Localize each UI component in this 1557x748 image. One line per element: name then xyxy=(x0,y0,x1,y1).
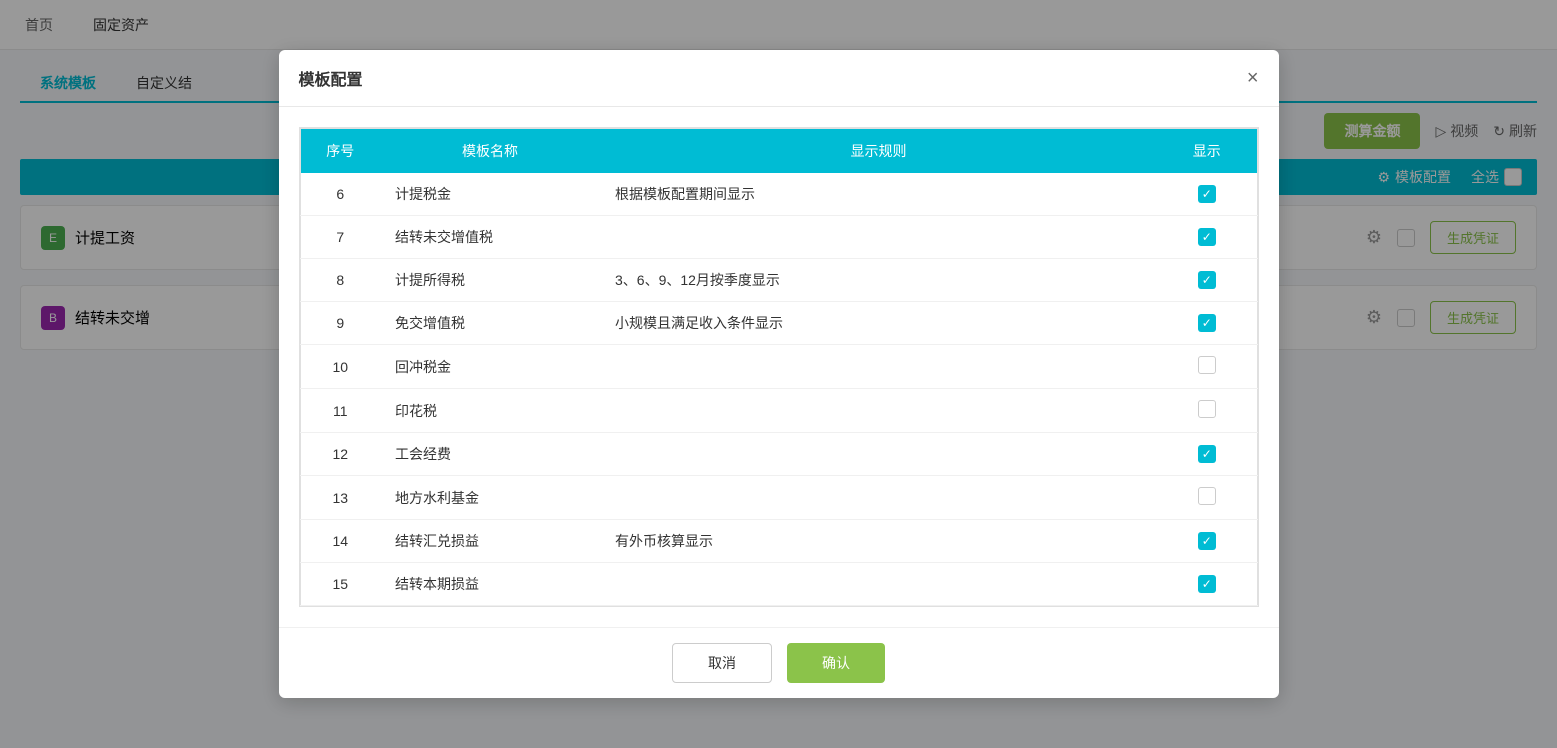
modal-body: 序号 模板名称 显示规则 显示 6计提税金根据模板配置期间显示✓7结转未交增值税… xyxy=(279,107,1279,627)
cell-name: 回冲税金 xyxy=(380,345,600,389)
checkbox-checked[interactable]: ✓ xyxy=(1198,314,1216,332)
cancel-button[interactable]: 取消 xyxy=(672,643,772,683)
modal-title: 模板配置 xyxy=(299,66,363,90)
cell-name: 结转未交增值税 xyxy=(380,216,600,259)
checkbox-checked[interactable]: ✓ xyxy=(1198,445,1216,463)
checkbox-unchecked[interactable] xyxy=(1198,356,1216,374)
cell-rule xyxy=(600,216,1157,259)
cell-seq: 8 xyxy=(300,259,380,302)
col-header-name: 模板名称 xyxy=(380,129,600,174)
cell-name: 结转汇兑损益 xyxy=(380,520,600,563)
checkbox-checked[interactable]: ✓ xyxy=(1198,532,1216,550)
table-row: 11印花税 xyxy=(300,389,1257,433)
modal-header: 模板配置 × xyxy=(279,50,1279,107)
cell-name: 结转未分配利润 xyxy=(380,606,600,608)
cell-name: 免交增值税 xyxy=(380,302,600,345)
table-row: 16结转未分配利润12月份显示✓ xyxy=(300,606,1257,608)
table-row: 7结转未交增值税 ✓ xyxy=(300,216,1257,259)
cell-seq: 14 xyxy=(300,520,380,563)
col-header-rule: 显示规则 xyxy=(600,129,1157,174)
cell-seq: 12 xyxy=(300,433,380,476)
cell-seq: 10 xyxy=(300,345,380,389)
cell-checkbox xyxy=(1157,389,1257,433)
cell-rule: 小规模且满足收入条件显示 xyxy=(600,302,1157,345)
table-header: 序号 模板名称 显示规则 显示 xyxy=(300,129,1257,174)
cell-name: 工会经费 xyxy=(380,433,600,476)
cell-checkbox: ✓ xyxy=(1157,433,1257,476)
cell-rule: 根据模板配置期间显示 xyxy=(600,173,1157,216)
cell-rule: 3、6、9、12月按季度显示 xyxy=(600,259,1157,302)
cell-seq: 16 xyxy=(300,606,380,608)
cell-checkbox: ✓ xyxy=(1157,520,1257,563)
config-table: 序号 模板名称 显示规则 显示 6计提税金根据模板配置期间显示✓7结转未交增值税… xyxy=(300,128,1258,607)
cell-seq: 15 xyxy=(300,563,380,606)
modal-overlay: 模板配置 × 序号 模板名称 显示规则 显示 6计提税金根据模板配置期间显 xyxy=(0,0,1557,748)
cell-checkbox xyxy=(1157,476,1257,520)
cell-checkbox: ✓ xyxy=(1157,173,1257,216)
cell-name: 计提税金 xyxy=(380,173,600,216)
modal-footer: 取消 确认 xyxy=(279,627,1279,698)
cell-name: 地方水利基金 xyxy=(380,476,600,520)
confirm-button[interactable]: 确认 xyxy=(787,643,885,683)
cell-name: 计提所得税 xyxy=(380,259,600,302)
cell-seq: 9 xyxy=(300,302,380,345)
table-row: 15结转本期损益 ✓ xyxy=(300,563,1257,606)
checkbox-checked[interactable]: ✓ xyxy=(1198,271,1216,289)
cell-rule xyxy=(600,476,1157,520)
checkbox-unchecked[interactable] xyxy=(1198,400,1216,418)
cell-checkbox: ✓ xyxy=(1157,302,1257,345)
cell-rule xyxy=(600,345,1157,389)
table-row: 10回冲税金 xyxy=(300,345,1257,389)
cell-rule: 有外币核算显示 xyxy=(600,520,1157,563)
cell-seq: 11 xyxy=(300,389,380,433)
checkbox-checked[interactable]: ✓ xyxy=(1198,185,1216,203)
modal-template-config: 模板配置 × 序号 模板名称 显示规则 显示 6计提税金根据模板配置期间显 xyxy=(279,50,1279,698)
table-row: 13地方水利基金 xyxy=(300,476,1257,520)
table-row: 6计提税金根据模板配置期间显示 ✓ xyxy=(300,173,1257,216)
table-row: 9免交增值税小规模且满足收入条件显示 ✓ xyxy=(300,302,1257,345)
table-row: 14结转汇兑损益有外币核算显示 ✓ xyxy=(300,520,1257,563)
checkbox-checked[interactable]: ✓ xyxy=(1198,228,1216,246)
cell-seq: 13 xyxy=(300,476,380,520)
cell-name: 结转本期损益 xyxy=(380,563,600,606)
table-row: 12工会经费 ✓ xyxy=(300,433,1257,476)
cell-rule xyxy=(600,433,1157,476)
table-scroll-container[interactable]: 序号 模板名称 显示规则 显示 6计提税金根据模板配置期间显示✓7结转未交增值税… xyxy=(299,127,1259,607)
cell-rule xyxy=(600,563,1157,606)
cell-rule: 12月份显示 xyxy=(600,606,1157,608)
modal-close-button[interactable]: × xyxy=(1247,68,1259,88)
col-header-display: 显示 xyxy=(1157,129,1257,174)
table-row: 8计提所得税3、6、9、12月按季度显示 ✓ xyxy=(300,259,1257,302)
col-header-seq: 序号 xyxy=(300,129,380,174)
cell-seq: 6 xyxy=(300,173,380,216)
checkbox-unchecked[interactable] xyxy=(1198,487,1216,505)
cell-checkbox: ✓ xyxy=(1157,606,1257,608)
cell-rule xyxy=(600,389,1157,433)
cell-checkbox xyxy=(1157,345,1257,389)
cell-checkbox: ✓ xyxy=(1157,563,1257,606)
cell-checkbox: ✓ xyxy=(1157,216,1257,259)
table-body: 6计提税金根据模板配置期间显示✓7结转未交增值税✓8计提所得税3、6、9、12月… xyxy=(300,173,1257,607)
cell-seq: 7 xyxy=(300,216,380,259)
cell-checkbox: ✓ xyxy=(1157,259,1257,302)
checkbox-checked[interactable]: ✓ xyxy=(1198,575,1216,593)
cell-name: 印花税 xyxy=(380,389,600,433)
